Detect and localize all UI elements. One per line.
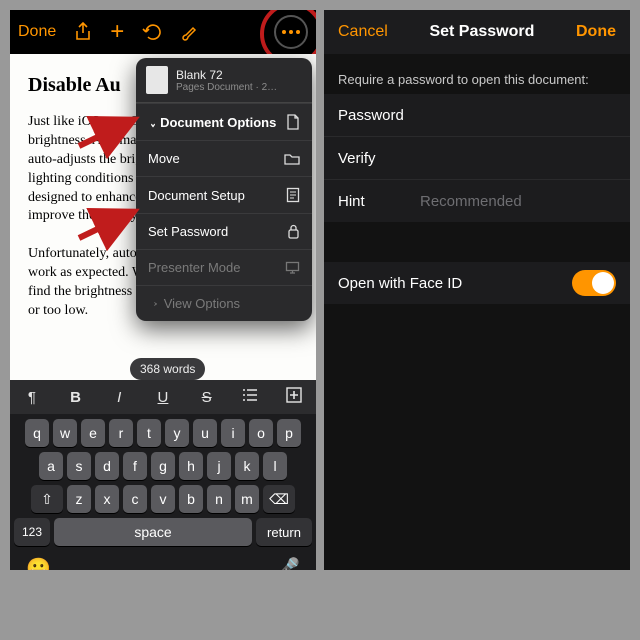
key-d[interactable]: d: [95, 452, 119, 480]
section-prompt: Require a password to open this document…: [324, 66, 630, 93]
numbers-key[interactable]: 123: [14, 518, 50, 546]
editor-toolbar: Done +: [10, 10, 316, 54]
faceid-toggle[interactable]: [572, 270, 616, 296]
key-b[interactable]: b: [179, 485, 203, 513]
key-s[interactable]: s: [67, 452, 91, 480]
undo-icon[interactable]: [142, 23, 162, 41]
key-r[interactable]: r: [109, 419, 133, 447]
more-button[interactable]: [274, 15, 308, 49]
document-options-popover: Blank 72 Pages Document · 2… ⌄Document O…: [136, 58, 312, 321]
insert-button[interactable]: [279, 387, 309, 407]
bold-button[interactable]: B: [61, 389, 91, 406]
key-x[interactable]: x: [95, 485, 119, 513]
page-setup-icon: [286, 187, 300, 203]
popover-file-title: Blank 72: [176, 68, 277, 82]
folder-icon: [284, 152, 300, 165]
key-l[interactable]: l: [263, 452, 287, 480]
key-y[interactable]: y: [165, 419, 189, 447]
return-key[interactable]: return: [256, 518, 312, 546]
list-button[interactable]: [235, 388, 265, 406]
brush-icon[interactable]: [180, 23, 198, 41]
key-u[interactable]: u: [193, 419, 217, 447]
key-g[interactable]: g: [151, 452, 175, 480]
key-k[interactable]: k: [235, 452, 259, 480]
password-field[interactable]: Password: [324, 94, 630, 137]
key-e[interactable]: e: [81, 419, 105, 447]
menu-document-setup[interactable]: Document Setup: [136, 176, 312, 213]
underline-button[interactable]: U: [148, 389, 178, 406]
hint-field[interactable]: Hint Recommended: [324, 180, 630, 222]
chevron-down-icon: ⌄: [150, 116, 157, 130]
menu-view-options[interactable]: ⌄ View Options: [136, 285, 312, 321]
key-c[interactable]: c: [123, 485, 147, 513]
delete-key[interactable]: ⌫: [263, 485, 295, 513]
share-icon[interactable]: [74, 22, 92, 42]
key-z[interactable]: z: [67, 485, 91, 513]
keyboard: qwertyuiop asdfghjkl ⇧ zxcvbnm ⌫ 123 spa…: [10, 414, 316, 570]
word-count-pill[interactable]: 368 words: [130, 358, 205, 380]
popover-file-header[interactable]: Blank 72 Pages Document · 2…: [136, 58, 312, 103]
key-p[interactable]: p: [277, 419, 301, 447]
key-t[interactable]: t: [137, 419, 161, 447]
document-thumbnail-icon: [146, 66, 168, 94]
lock-icon: [287, 224, 300, 239]
password-fields-group: Password Verify Hint Recommended: [324, 94, 630, 222]
chevron-right-icon: ⌄: [146, 300, 160, 307]
emoji-key[interactable]: 😀: [26, 556, 51, 570]
key-f[interactable]: f: [123, 452, 147, 480]
shift-key[interactable]: ⇧: [31, 485, 63, 513]
done-button[interactable]: Done: [18, 23, 56, 41]
cancel-button[interactable]: Cancel: [338, 23, 388, 41]
key-m[interactable]: m: [235, 485, 259, 513]
hint-placeholder: Recommended: [420, 193, 522, 210]
strikethrough-button[interactable]: S: [192, 389, 222, 406]
paragraph-style-button[interactable]: ¶: [17, 389, 47, 406]
menu-document-options[interactable]: ⌄Document Options: [136, 103, 312, 140]
key-q[interactable]: q: [25, 419, 49, 447]
popover-file-subtitle: Pages Document · 2…: [176, 82, 277, 93]
key-i[interactable]: i: [221, 419, 245, 447]
done-button[interactable]: Done: [576, 23, 616, 41]
verify-field[interactable]: Verify: [324, 137, 630, 180]
modal-title: Set Password: [429, 23, 534, 41]
key-v[interactable]: v: [151, 485, 175, 513]
key-w[interactable]: w: [53, 419, 77, 447]
faceid-row: Open with Face ID: [324, 262, 630, 304]
key-j[interactable]: j: [207, 452, 231, 480]
menu-set-password[interactable]: Set Password: [136, 213, 312, 249]
menu-presenter-mode: Presenter Mode: [136, 249, 312, 285]
format-bar: ¶ B I U S: [10, 380, 316, 414]
presentation-icon: [285, 261, 300, 275]
key-h[interactable]: h: [179, 452, 203, 480]
document-icon: [286, 114, 300, 130]
italic-button[interactable]: I: [104, 389, 134, 406]
left-screenshot: Done + Disable Au Just like iOS, macOS a…: [10, 10, 316, 570]
dictation-key[interactable]: 🎤: [275, 556, 300, 570]
faceid-group: Open with Face ID: [324, 262, 630, 304]
modal-header: Cancel Set Password Done: [324, 10, 630, 54]
key-n[interactable]: n: [207, 485, 231, 513]
menu-move[interactable]: Move: [136, 140, 312, 176]
key-o[interactable]: o: [249, 419, 273, 447]
key-a[interactable]: a: [39, 452, 63, 480]
space-key[interactable]: space: [54, 518, 252, 546]
right-screenshot: Cancel Set Password Done Require a passw…: [324, 10, 630, 570]
add-icon[interactable]: +: [110, 18, 124, 46]
